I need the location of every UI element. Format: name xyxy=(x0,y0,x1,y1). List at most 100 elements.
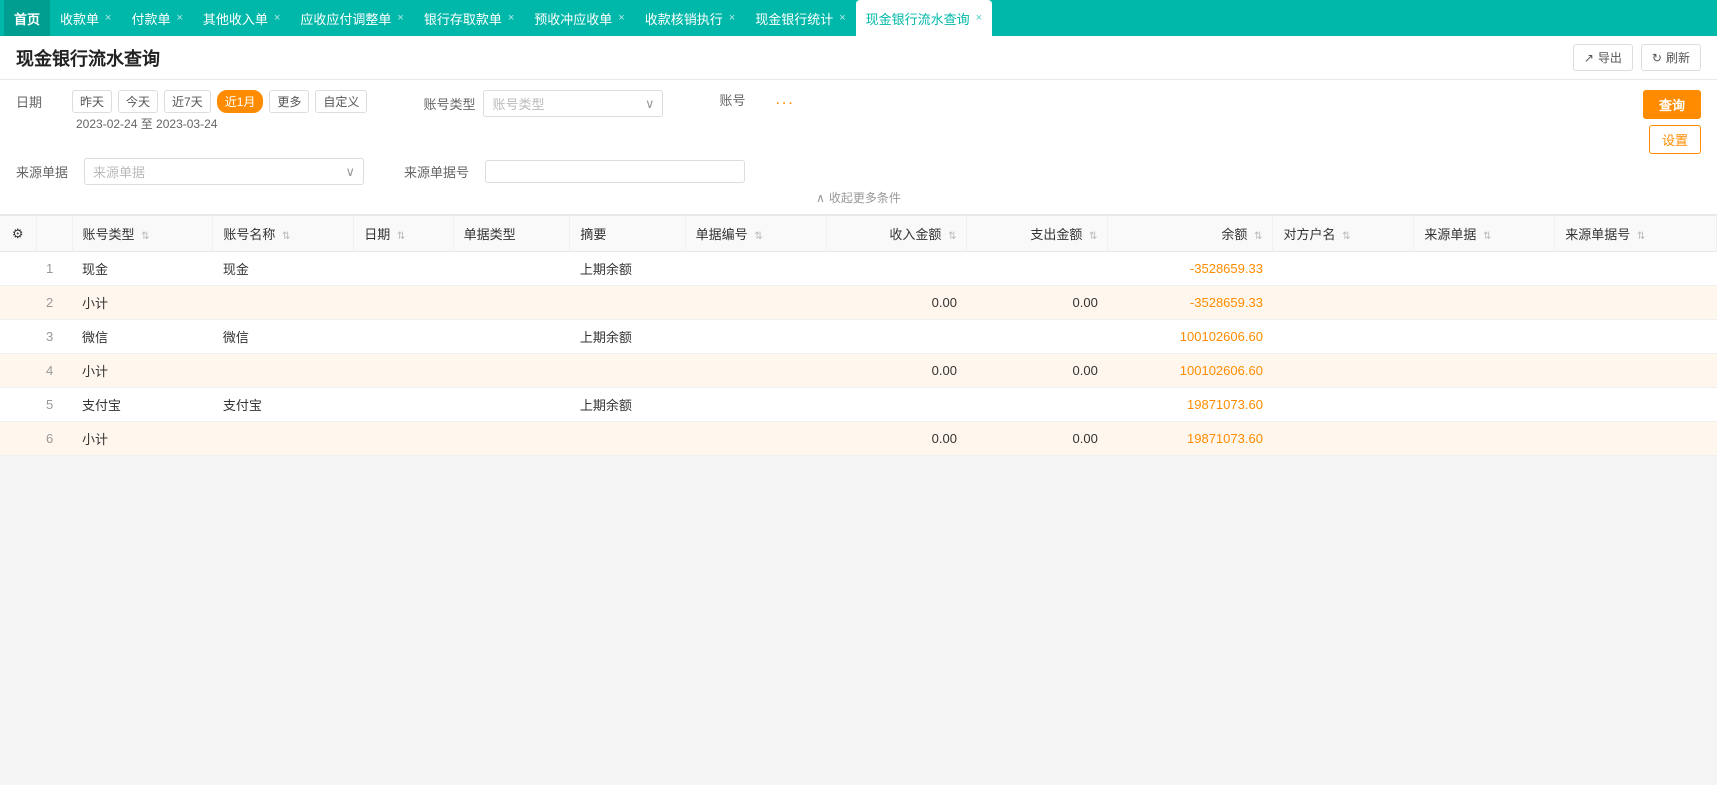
nav-tab-xianjinliushui[interactable]: 现金银行流水查询 × xyxy=(856,0,992,36)
nav-tab-xianjintongji[interactable]: 现金银行统计 × xyxy=(745,0,855,36)
export-button[interactable]: ↗ 导出 xyxy=(1573,44,1633,71)
row-doc-type xyxy=(453,286,570,320)
expense-column-header[interactable]: 支出金额 ⇅ xyxy=(967,216,1108,252)
nav-tab-yushou[interactable]: 预收冲应收单 × xyxy=(524,0,634,36)
close-icon[interactable]: × xyxy=(105,12,111,24)
row-gear-cell xyxy=(0,422,36,456)
row-expense xyxy=(967,320,1108,354)
row-account-name xyxy=(213,422,354,456)
date-range: 2023-02-24 至 2023-03-24 xyxy=(76,117,217,131)
date-label: 日期 xyxy=(16,92,64,111)
balance-column-header[interactable]: 余额 ⇅ xyxy=(1108,216,1273,252)
row-expense: 0.00 xyxy=(967,286,1108,320)
row-counterpart xyxy=(1273,388,1414,422)
source-doc-select[interactable]: 来源单据 ∨ xyxy=(84,158,364,185)
close-icon[interactable]: × xyxy=(176,12,182,24)
source-doc-no-label: 来源单据号 xyxy=(404,162,469,181)
row-summary xyxy=(570,286,685,320)
chevron-down-icon: ∨ xyxy=(346,164,356,180)
row-income: 0.00 xyxy=(826,286,967,320)
table-row: 2 小计 0.00 0.00 -3528659.33 xyxy=(0,286,1717,320)
date-btn-today[interactable]: 今天 xyxy=(118,90,158,113)
income-column-header[interactable]: 收入金额 ⇅ xyxy=(826,216,967,252)
nav-tab-qitashouru[interactable]: 其他收入单 × xyxy=(193,0,290,36)
nav-tab-fukuandan[interactable]: 付款单 × xyxy=(121,0,192,36)
page-title: 现金银行流水查询 xyxy=(16,45,160,71)
nav-tab-shoukuanhexiao[interactable]: 收款核销执行 × xyxy=(635,0,745,36)
row-source-doc-no xyxy=(1555,422,1717,456)
source-doc-no-column-header[interactable]: 来源单据号 ⇅ xyxy=(1555,216,1717,252)
row-account-type: 微信 xyxy=(72,320,213,354)
sort-icon: ⇅ xyxy=(1089,231,1097,242)
gear-column-header[interactable]: ⚙ xyxy=(0,216,36,252)
row-summary xyxy=(570,354,685,388)
refresh-button[interactable]: ↻ 刷新 xyxy=(1641,44,1701,71)
row-gear-cell xyxy=(0,320,36,354)
row-expense xyxy=(967,252,1108,286)
refresh-icon: ↻ xyxy=(1652,51,1662,65)
nav-home[interactable]: 首页 xyxy=(4,0,50,36)
close-icon[interactable]: × xyxy=(397,12,403,24)
row-number: 2 xyxy=(36,286,72,320)
row-account-type: 现金 xyxy=(72,252,213,286)
sort-icon: ⇅ xyxy=(1483,231,1491,242)
date-column-header[interactable]: 日期 ⇅ xyxy=(354,216,453,252)
account-type-select[interactable]: 账号类型 ∨ xyxy=(483,90,663,117)
account-type-column-header[interactable]: 账号类型 ⇅ xyxy=(72,216,213,252)
source-doc-no-input[interactable] xyxy=(485,160,745,183)
account-name-column-header[interactable]: 账号名称 ⇅ xyxy=(213,216,354,252)
query-button[interactable]: 查询 xyxy=(1643,90,1701,119)
row-doc-type xyxy=(453,388,570,422)
close-icon[interactable]: × xyxy=(508,12,514,24)
filter-area: 日期 昨天 今天 近7天 近1月 更多 自定义 2023-02-24 至 202… xyxy=(0,80,1717,215)
close-icon[interactable]: × xyxy=(274,12,280,24)
close-icon[interactable]: × xyxy=(839,12,845,24)
row-doc-no xyxy=(685,388,826,422)
data-table: ⚙ 账号类型 ⇅ 账号名称 ⇅ 日期 ⇅ 单据类型 xyxy=(0,215,1717,456)
date-btn-1month[interactable]: 近1月 xyxy=(217,90,264,113)
top-nav: 首页 收款单 × 付款单 × 其他收入单 × 应收应付调整单 × 银行存取款单 … xyxy=(0,0,1717,36)
row-account-type: 小计 xyxy=(72,286,213,320)
row-source-doc-no xyxy=(1555,252,1717,286)
row-source-doc xyxy=(1414,422,1555,456)
page-header: 现金银行流水查询 ↗ 导出 ↻ 刷新 xyxy=(0,36,1717,80)
source-doc-column-header[interactable]: 来源单据 ⇅ xyxy=(1414,216,1555,252)
date-btn-yesterday[interactable]: 昨天 xyxy=(72,90,112,113)
date-btn-more[interactable]: 更多 xyxy=(269,90,309,113)
counterpart-column-header[interactable]: 对方户名 ⇅ xyxy=(1273,216,1414,252)
row-income: 0.00 xyxy=(826,354,967,388)
doc-no-column-header[interactable]: 单据编号 ⇅ xyxy=(685,216,826,252)
sort-icon: ⇅ xyxy=(948,231,956,242)
sort-icon: ⇅ xyxy=(1342,231,1350,242)
row-income xyxy=(826,388,967,422)
summary-column-header: 摘要 xyxy=(570,216,685,252)
row-balance: -3528659.33 xyxy=(1108,252,1273,286)
row-income: 0.00 xyxy=(826,422,967,456)
nav-tab-yinhangcunqu[interactable]: 银行存取款单 × xyxy=(414,0,524,36)
date-options: 昨天 今天 近7天 近1月 更多 自定义 xyxy=(72,90,367,113)
collapse-bar[interactable]: ∧ 收起更多条件 xyxy=(16,185,1701,208)
date-btn-7days[interactable]: 近7天 xyxy=(164,90,211,113)
settings-button[interactable]: 设置 xyxy=(1649,125,1701,154)
close-icon[interactable]: × xyxy=(729,12,735,24)
row-gear-cell xyxy=(0,354,36,388)
row-balance: 19871073.60 xyxy=(1108,422,1273,456)
close-icon[interactable]: × xyxy=(976,12,982,24)
row-counterpart xyxy=(1273,320,1414,354)
row-expense: 0.00 xyxy=(967,354,1108,388)
row-source-doc-no xyxy=(1555,320,1717,354)
date-btn-custom[interactable]: 自定义 xyxy=(315,90,367,113)
nav-tab-shoukuandan[interactable]: 收款单 × xyxy=(50,0,121,36)
row-account-name: 微信 xyxy=(213,320,354,354)
more-dots[interactable]: ... xyxy=(775,91,794,109)
account-type-placeholder: 账号类型 xyxy=(492,94,544,113)
row-gear-cell xyxy=(0,388,36,422)
row-doc-type xyxy=(453,252,570,286)
row-source-doc xyxy=(1414,286,1555,320)
row-gear-cell xyxy=(0,252,36,286)
close-icon[interactable]: × xyxy=(618,12,624,24)
row-account-type: 支付宝 xyxy=(72,388,213,422)
row-counterpart xyxy=(1273,422,1414,456)
num-column-header xyxy=(36,216,72,252)
nav-tab-yingshou[interactable]: 应收应付调整单 × xyxy=(290,0,413,36)
